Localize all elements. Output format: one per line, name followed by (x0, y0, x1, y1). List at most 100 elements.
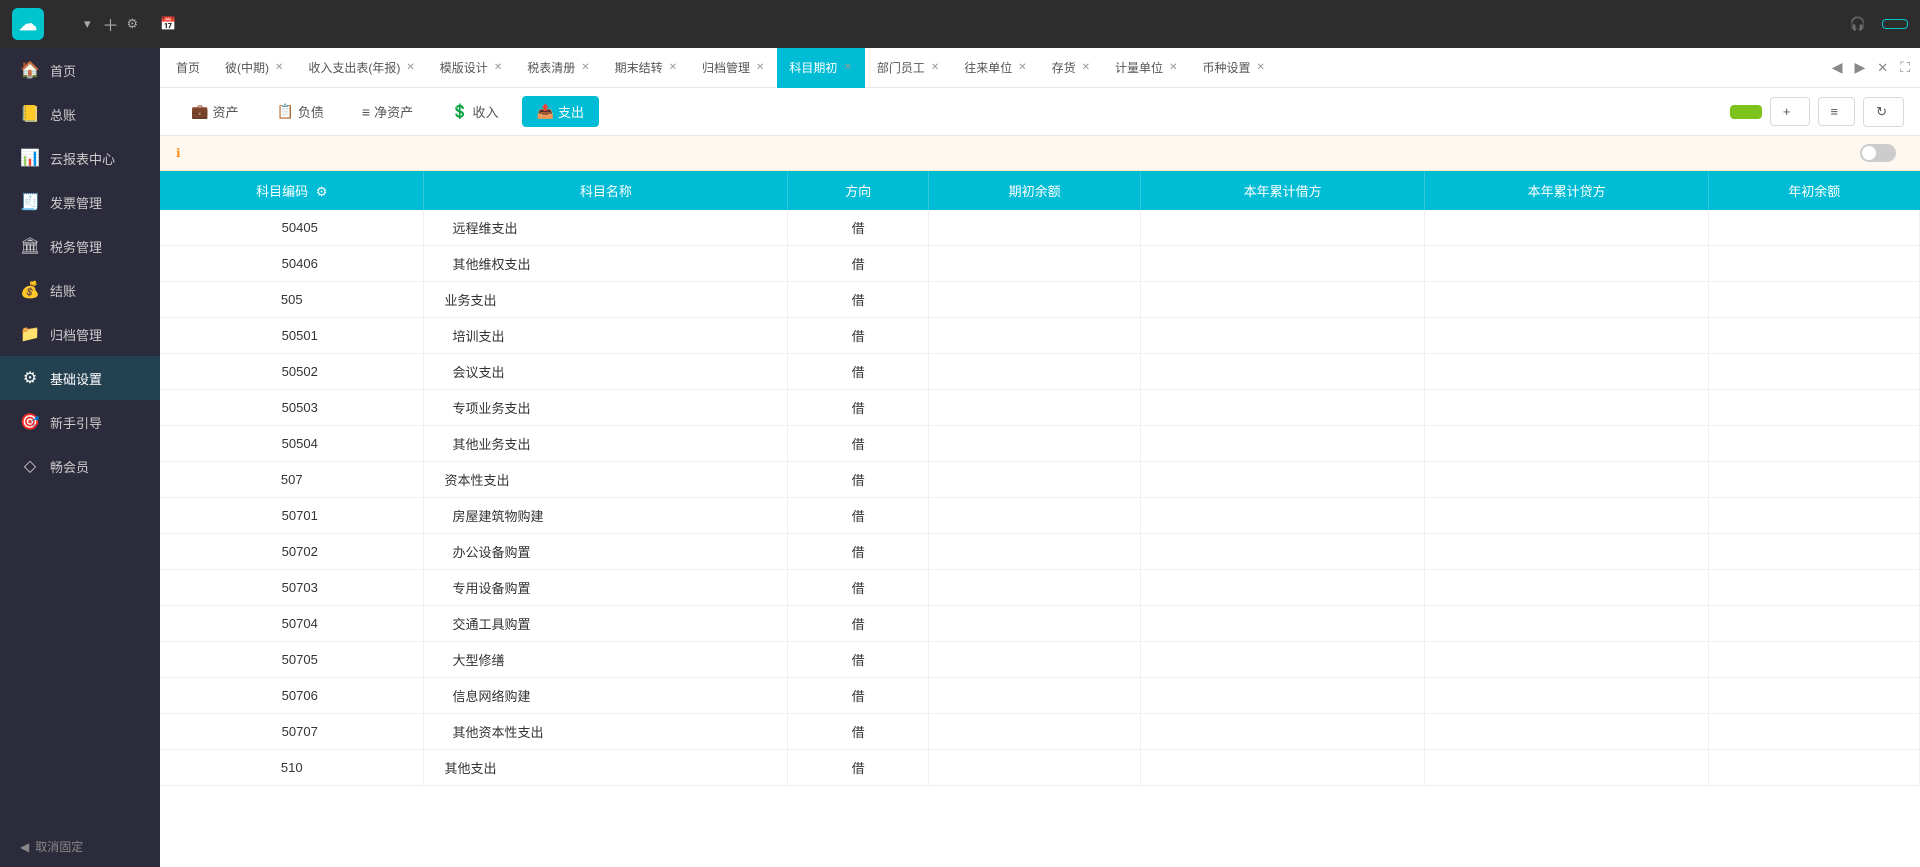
filter-tab-expense[interactable]: 📤 支出 (522, 96, 599, 127)
col-header-code: 科目编码 ⚙ (160, 171, 424, 210)
cell-debit (1141, 606, 1425, 642)
balance-button[interactable] (1730, 105, 1762, 119)
tab-close-subject-init[interactable]: ✕ (843, 62, 851, 73)
sidebar-item-tax[interactable]: 🏛 税务管理 (0, 224, 160, 268)
tab-currency[interactable]: 币种设置✕ (1190, 48, 1277, 88)
cell-opening (928, 750, 1140, 786)
sidebar-item-guide[interactable]: 🎯 新手引导 (0, 400, 160, 444)
cell-direction: 借 (788, 318, 929, 354)
table-row: 50504其他业务支出借 (160, 426, 1920, 462)
cell-direction: 借 (788, 426, 929, 462)
cell-yearOpening (1709, 426, 1920, 462)
disable-toggle[interactable] (1860, 144, 1896, 162)
cell-code: 50704 (160, 606, 424, 642)
table-row: 50702办公设备购置借 (160, 534, 1920, 570)
tab-subject-init[interactable]: 科目期初 ✕ (777, 48, 864, 88)
cell-credit (1425, 570, 1709, 606)
tab-close-archive[interactable]: ✕ (756, 62, 764, 73)
cell-direction: 借 (788, 606, 929, 642)
cell-name: 其他业务支出 (424, 426, 788, 462)
tab-scroll-left-button[interactable]: ◀ (1826, 59, 1849, 76)
tab-taxform[interactable]: 税表清册✕ (515, 48, 602, 88)
account-button[interactable] (1882, 19, 1908, 29)
filter-tab-income[interactable]: 💲 收入 (436, 96, 513, 127)
cell-direction: 借 (788, 642, 929, 678)
sidebar-item-archive[interactable]: 📁 归档管理 (0, 312, 160, 356)
filter-tab-label-asset: 资产 (212, 102, 238, 121)
sidebar-item-home[interactable]: 🏠 首页 (0, 48, 160, 92)
table-row: 50502会议支出借 (160, 354, 1920, 390)
tab-close-inventory[interactable]: ✕ (1082, 62, 1090, 73)
sidebar-item-report[interactable]: 📊 云报表中心 (0, 136, 160, 180)
tab-label-subject-init: 科目期初 (789, 59, 837, 76)
tab-interim[interactable]: 彼(中期)✕ (213, 48, 296, 88)
tab-template[interactable]: 模版设计✕ (428, 48, 515, 88)
more-icon: ≡ (1831, 104, 1839, 119)
cell-name: 专项业务支出 (424, 390, 788, 426)
tab-close-template[interactable]: ✕ (494, 62, 502, 73)
more-button[interactable]: ≡ (1818, 97, 1856, 126)
add-company-button[interactable]: ＋ (103, 12, 119, 36)
cell-direction: 借 (788, 282, 929, 318)
close-all-tabs-button[interactable]: ✕ (1871, 60, 1894, 76)
collapse-sidebar-button[interactable]: ◀ 取消固定 (0, 826, 160, 867)
tab-close-taxform[interactable]: ✕ (581, 62, 589, 73)
tab-period-end[interactable]: 期末结转✕ (603, 48, 690, 88)
sidebar: 🏠 首页 📒 总账 📊 云报表中心 🧾 发票管理 🏛 税务管理 💰 结账 📁 归… (0, 48, 160, 867)
tab-close-department[interactable]: ✕ (931, 62, 939, 73)
sidebar-item-settle[interactable]: 💰 结账 (0, 268, 160, 312)
tab-income[interactable]: 收入支出表(年报)✕ (296, 48, 427, 88)
table-row: 50405远程维支出借 (160, 210, 1920, 246)
cell-opening (928, 642, 1140, 678)
cell-direction: 借 (788, 354, 929, 390)
filter-tab-icon-liability: 📋 (276, 103, 293, 120)
page-content: 💼 资产 📋 负债 ≡ 净资产 💲 收入 📤 支出 + (160, 88, 1920, 867)
tab-label-unit: 往来单位 (964, 59, 1012, 76)
tab-measure[interactable]: 计量单位 ✕ (1103, 48, 1190, 88)
table-row: 50706信息网络购建借 (160, 678, 1920, 714)
tab-close-unit[interactable]: ✕ (1018, 62, 1026, 73)
tab-home[interactable]: 首页 (164, 48, 213, 88)
maximize-button[interactable]: ⛶ (1894, 59, 1916, 76)
tab-close-currency[interactable]: ✕ (1256, 62, 1264, 73)
cell-debit (1141, 282, 1425, 318)
sidebar-item-settings[interactable]: ⚙ 基础设置 (0, 356, 160, 400)
cell-yearOpening (1709, 318, 1920, 354)
settings-icon: ⚙ (20, 368, 40, 388)
column-settings-icon[interactable]: ⚙ (316, 184, 328, 200)
tab-inventory[interactable]: 存货✕ (1040, 48, 1103, 88)
tab-scroll-right-button[interactable]: ▶ (1849, 59, 1872, 76)
cell-code: 50501 (160, 318, 424, 354)
filter-bar-right: + ≡ ↻ (1730, 97, 1904, 127)
sidebar-item-invoice[interactable]: 🧾 发票管理 (0, 180, 160, 224)
filter-tab-net-asset[interactable]: ≡ 净资产 (347, 96, 428, 127)
cell-debit (1141, 750, 1425, 786)
cell-debit (1141, 498, 1425, 534)
refresh-button[interactable]: ↻ (1863, 97, 1904, 127)
settings-icon[interactable]: ⚙ (127, 16, 139, 32)
company-dropdown-icon[interactable]: ▾ (84, 16, 91, 32)
col-header-yearOpening: 年初余额 (1709, 171, 1920, 210)
tab-department[interactable]: 部门员工✕ (865, 48, 952, 88)
tab-label-measure: 计量单位 (1115, 59, 1163, 76)
filter-tab-asset[interactable]: 💼 资产 (176, 96, 253, 127)
tab-close-interim[interactable]: ✕ (275, 62, 283, 73)
sidebar-item-ledger[interactable]: 📒 总账 (0, 92, 160, 136)
tab-close-measure[interactable]: ✕ (1169, 62, 1177, 73)
consult-button[interactable]: 🎧 (1850, 16, 1870, 32)
filter-tab-liability[interactable]: 📋 负债 (261, 96, 338, 127)
sidebar-item-member[interactable]: ◇ 畅会员 (0, 444, 160, 488)
col-header-debit: 本年累计借方 (1141, 171, 1425, 210)
period-calendar-icon[interactable]: 📅 (160, 16, 176, 32)
sidebar-item-label-settings: 基础设置 (50, 369, 102, 388)
tab-close-period-end[interactable]: ✕ (669, 62, 677, 73)
add-button[interactable]: + (1770, 97, 1810, 126)
tab-archive[interactable]: 归档管理✕ (690, 48, 777, 88)
tab-unit[interactable]: 往来单位 ✕ (952, 48, 1039, 88)
cell-yearOpening (1709, 462, 1920, 498)
tab-close-income[interactable]: ✕ (406, 62, 414, 73)
sidebar-item-label-tax: 税务管理 (50, 237, 102, 256)
cell-name: 房屋建筑物购建 (424, 498, 788, 534)
cell-name: 大型修缮 (424, 642, 788, 678)
cell-code: 50705 (160, 642, 424, 678)
